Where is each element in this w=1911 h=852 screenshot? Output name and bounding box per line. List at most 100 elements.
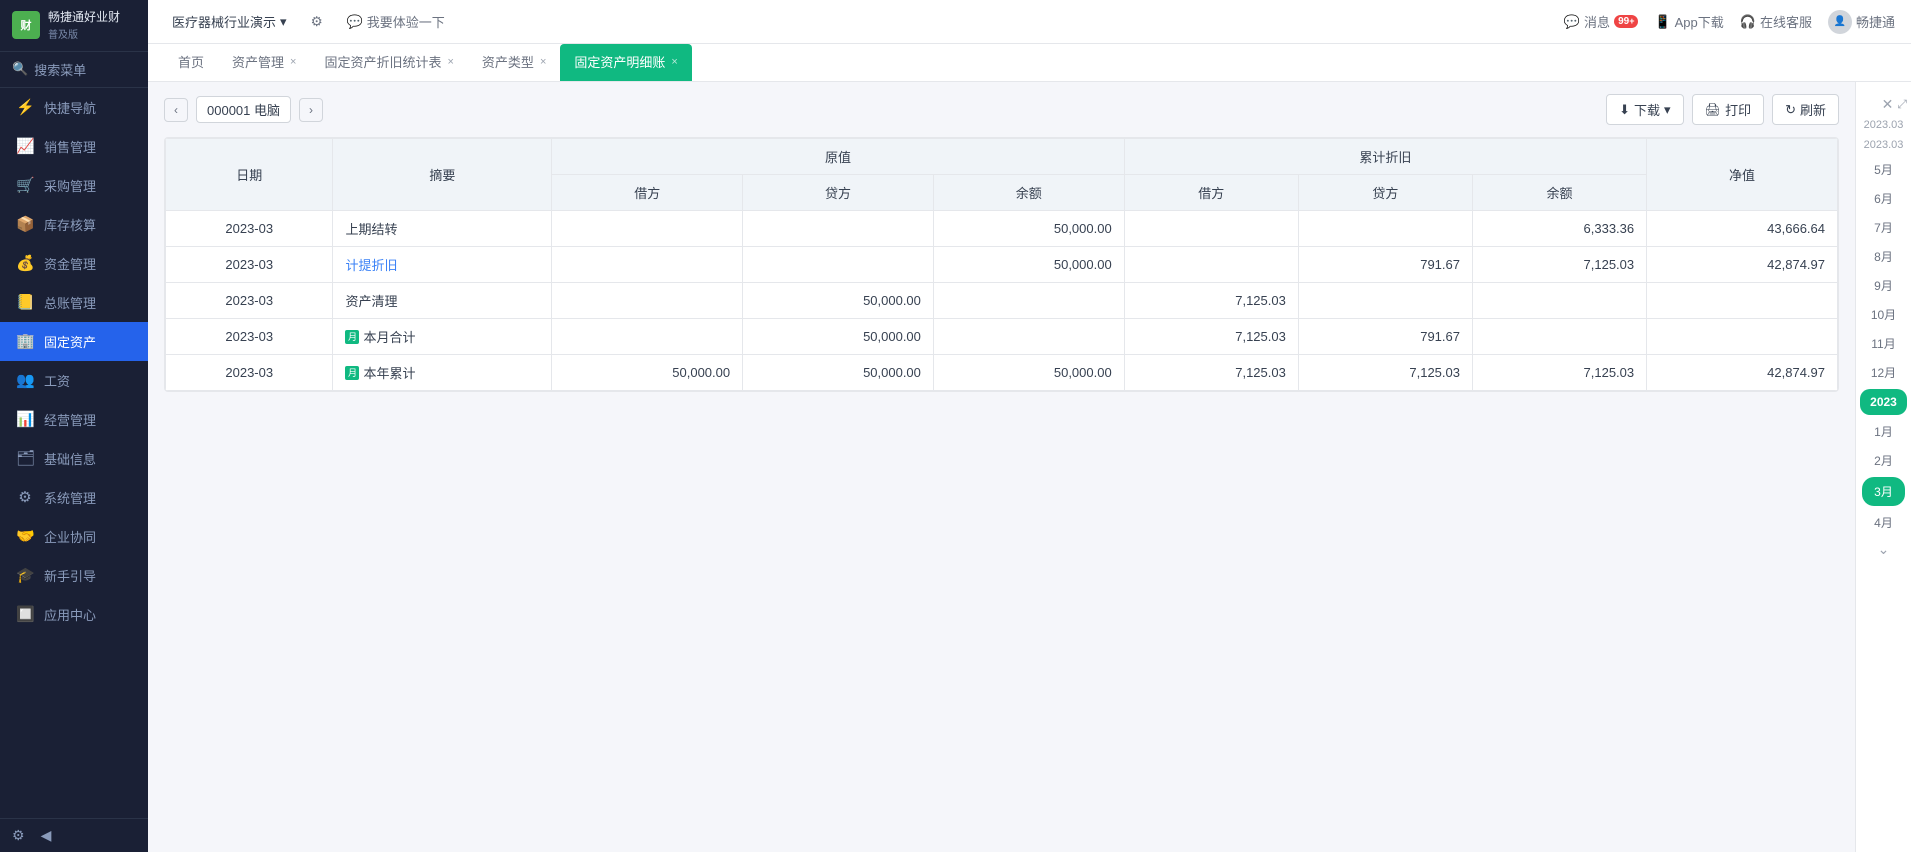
settings-footer-icon[interactable]: ⚙: [12, 827, 25, 844]
cell-accum-credit: [1298, 211, 1472, 247]
experience-button[interactable]: 💬 我要体验一下: [339, 8, 453, 35]
date-panel-month-1[interactable]: 1月: [1856, 417, 1911, 446]
cell-orig-credit: 50,000.00: [743, 355, 934, 391]
cell-orig-debit: [552, 319, 743, 355]
inventory-icon: 📦: [16, 215, 34, 233]
cell-accum-debit: [1124, 247, 1298, 283]
print-button[interactable]: 🖨 打印: [1692, 94, 1765, 125]
next-asset-button[interactable]: ›: [299, 98, 323, 122]
download-button[interactable]: ⬇ 下载 ▾: [1606, 94, 1683, 125]
username: 畅捷通: [1856, 12, 1895, 31]
sidebar-item-quick-nav[interactable]: ⚡ 快捷导航: [0, 88, 148, 127]
sidebar-item-operations[interactable]: 📊 经营管理: [0, 400, 148, 439]
app-download-action[interactable]: 📱 App下载: [1654, 12, 1723, 31]
sidebar-item-fixed-assets[interactable]: 🏢 固定资产: [0, 322, 148, 361]
cell-summary: 计提折旧: [333, 247, 552, 283]
cell-date: 2023-03: [166, 355, 333, 391]
sidebar-item-purchase[interactable]: 🛒 采购管理: [0, 166, 148, 205]
cell-net-value: [1647, 319, 1838, 355]
sidebar-item-ledger[interactable]: 📒 总账管理: [0, 283, 148, 322]
sidebar-item-base-info[interactable]: 🗂 基础信息: [0, 439, 148, 478]
sidebar-nav: ⚡ 快捷导航 📈 销售管理 🛒 采购管理 📦 库存核算 💰 资金管理 📒 总账管…: [0, 88, 148, 818]
tab-asset-detail[interactable]: 固定资产明细账 ×: [560, 44, 691, 81]
tab-depreciation-stat[interactable]: 固定资产折旧统计表 ×: [310, 44, 467, 81]
date-panel-month-12[interactable]: 12月: [1856, 358, 1911, 387]
date-panel-year-2023[interactable]: 2023: [1860, 389, 1907, 415]
cell-date: 2023-03: [166, 247, 333, 283]
col-header-accum-balance: 余额: [1472, 175, 1646, 211]
cell-orig-balance: 50,000.00: [933, 247, 1124, 283]
cell-accum-debit: 7,125.03: [1124, 283, 1298, 319]
refresh-button[interactable]: ↻ 刷新: [1772, 94, 1839, 125]
sidebar-item-enterprise[interactable]: 🤝 企业协同: [0, 517, 148, 556]
tab-home[interactable]: 首页: [164, 44, 218, 81]
asset-nav-bar: ‹ 000001 电脑 › ⬇ 下载 ▾ 🖨 打印: [164, 94, 1839, 125]
date-panel-month-7[interactable]: 7月: [1856, 213, 1911, 242]
cell-orig-balance: [933, 319, 1124, 355]
purchase-icon: 🛒: [16, 176, 34, 194]
prev-asset-button[interactable]: ‹: [164, 98, 188, 122]
tabbar: 首页 资产管理 × 固定资产折旧统计表 × 资产类型 × 固定资产明细账 ×: [148, 44, 1911, 82]
collapse-icon[interactable]: ◀: [41, 827, 52, 844]
cell-orig-credit: [743, 247, 934, 283]
date-panel-month-5[interactable]: 5月: [1856, 155, 1911, 184]
cell-orig-credit: 50,000.00: [743, 283, 934, 319]
date-panel-month-11[interactable]: 11月: [1856, 329, 1911, 358]
guide-icon: 🎓: [16, 566, 34, 584]
date-panel-month-10[interactable]: 10月: [1856, 300, 1911, 329]
messages-action[interactable]: 💬 消息 99+: [1564, 12, 1639, 31]
sidebar-item-inventory[interactable]: 📦 库存核算: [0, 205, 148, 244]
customer-service-action[interactable]: 🎧 在线客服: [1740, 12, 1812, 31]
cell-accum-balance: [1472, 319, 1646, 355]
cell-date: 2023-03: [166, 211, 333, 247]
sidebar-item-guide[interactable]: 🎓 新手引导: [0, 556, 148, 595]
cell-orig-balance: 50,000.00: [933, 355, 1124, 391]
date-panel-month-9[interactable]: 9月: [1856, 271, 1911, 300]
tab-close-asset-mgmt[interactable]: ×: [290, 56, 296, 68]
tab-close-depreciation-stat[interactable]: ×: [447, 56, 453, 68]
expand-icon[interactable]: ⤢: [1897, 97, 1907, 112]
month-icon: 月: [345, 330, 359, 344]
cell-net-value: [1647, 283, 1838, 319]
cell-accum-credit: 791.67: [1298, 247, 1472, 283]
sidebar: 财 畅捷通好业财 普及版 🔍 搜索菜单 ⚡ 快捷导航 📈 销售管理 🛒 采购管理…: [0, 0, 148, 852]
date-panel-month-3-active[interactable]: 3月: [1862, 477, 1905, 506]
sidebar-item-app-center[interactable]: 🔲 应用中心: [0, 595, 148, 634]
print-icon: 🖨: [1705, 102, 1722, 118]
table-row: 2023-03 月本月合计 50,000.00 7,125.03 791.67: [166, 319, 1838, 355]
settings-button[interactable]: ⚙: [303, 8, 331, 36]
sidebar-item-funds[interactable]: 💰 资金管理: [0, 244, 148, 283]
cell-orig-balance: 50,000.00: [933, 211, 1124, 247]
avatar: 👤: [1828, 10, 1852, 34]
company-name: 医疗器械行业演示: [172, 12, 276, 31]
logo-icon: 财: [12, 11, 40, 39]
tab-close-asset-type[interactable]: ×: [540, 56, 546, 68]
tab-asset-type[interactable]: 资产类型 ×: [468, 44, 560, 81]
col-header-date: 日期: [166, 139, 333, 211]
ledger-table: 日期 摘要 原值 累计折旧 净值 借方 贷方 余额 借方 贷方 余额: [165, 138, 1838, 391]
sidebar-item-sales[interactable]: 📈 销售管理: [0, 127, 148, 166]
col-header-accum-credit: 贷方: [1298, 175, 1472, 211]
download-icon: ⬇: [1619, 102, 1630, 118]
company-selector[interactable]: 医疗器械行业演示 ▾: [164, 8, 295, 35]
date-panel-month-8[interactable]: 8月: [1856, 242, 1911, 271]
sidebar-item-system[interactable]: ⚙ 系统管理: [0, 478, 148, 517]
date-panel-month-2[interactable]: 2月: [1856, 446, 1911, 475]
topbar-right: 💬 消息 99+ 📱 App下载 🎧 在线客服 👤 畅捷通: [1564, 10, 1895, 34]
cell-orig-credit: [743, 211, 934, 247]
date-panel-month-4[interactable]: 4月: [1856, 508, 1911, 537]
col-header-original-value: 原值: [552, 139, 1124, 175]
topbar-left: 医疗器械行业演示 ▾ ⚙ 💬 我要体验一下: [164, 8, 453, 36]
tab-asset-mgmt[interactable]: 资产管理 ×: [218, 44, 310, 81]
tab-close-asset-detail[interactable]: ×: [671, 56, 677, 68]
panel-header: ✕ ⤢: [1856, 90, 1911, 115]
user-area[interactable]: 👤 畅捷通: [1828, 10, 1895, 34]
date-panel-scroll-down[interactable]: ⌄: [1856, 537, 1911, 562]
date-panel-month-6[interactable]: 6月: [1856, 184, 1911, 213]
month-icon: 月: [345, 366, 359, 380]
panel-close-button[interactable]: ✕: [1880, 94, 1896, 115]
sidebar-item-payroll[interactable]: 👥 工资: [0, 361, 148, 400]
sidebar-search[interactable]: 🔍 搜索菜单: [0, 52, 148, 88]
customer-service-label: 在线客服: [1760, 12, 1812, 31]
col-header-orig-balance: 余额: [933, 175, 1124, 211]
